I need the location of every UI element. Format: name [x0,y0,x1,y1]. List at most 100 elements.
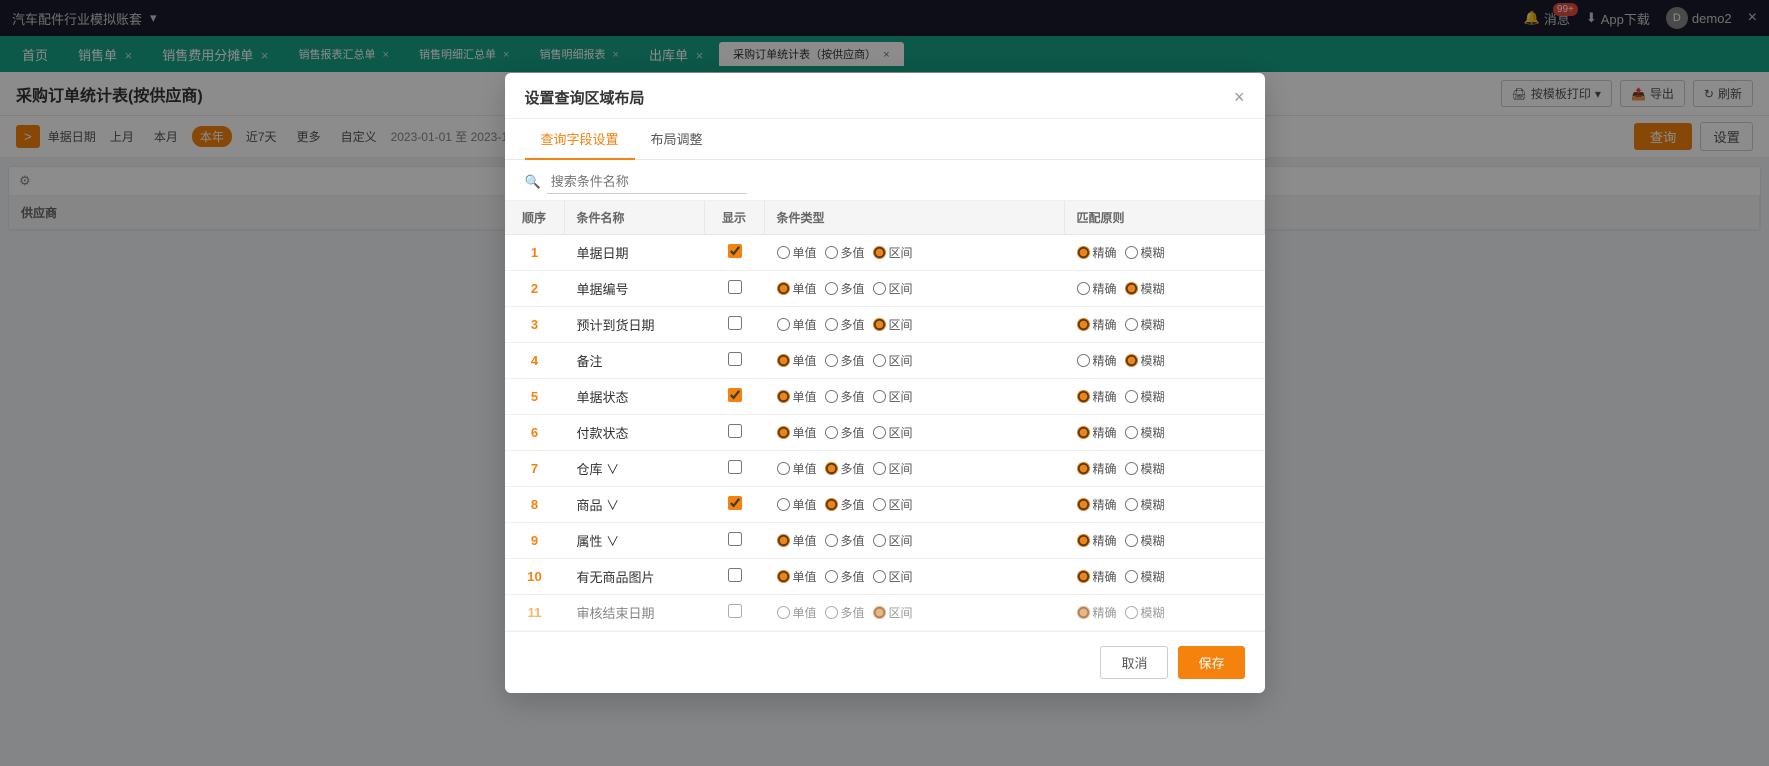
type-radio-multi[interactable]: 多值 [825,460,865,477]
type-radio-range[interactable]: 区间 [873,568,913,585]
match-radio-exact[interactable]: 精确 [1077,568,1117,585]
match-radio-fuzzy[interactable]: 模糊 [1125,532,1165,549]
cell-order: 3 [505,311,565,338]
table-row: 2 单据编号 单值 多值 区间 精确 模糊 [505,271,1265,307]
type-radio-range[interactable]: 区间 [873,352,913,369]
match-radio-exact[interactable]: 精确 [1077,352,1117,369]
cell-order: 8 [505,491,565,518]
type-radio-multi[interactable]: 多值 [825,604,865,621]
match-radio-fuzzy[interactable]: 模糊 [1125,604,1165,621]
display-checkbox[interactable] [728,352,742,366]
type-radio-single[interactable]: 单值 [777,460,817,477]
type-radio-multi[interactable]: 多值 [825,388,865,405]
match-radio-exact[interactable]: 精确 [1077,496,1117,513]
type-radio-single[interactable]: 单值 [777,316,817,333]
type-radio-range[interactable]: 区间 [873,280,913,297]
type-radio-range[interactable]: 区间 [873,460,913,477]
match-radio-fuzzy[interactable]: 模糊 [1125,460,1165,477]
match-radio-fuzzy[interactable]: 模糊 [1125,316,1165,333]
match-radio-exact[interactable]: 精确 [1077,244,1117,261]
cell-name: 仓库 ∨ [565,453,705,484]
search-icon: 🔍 [525,174,541,190]
type-radio-single[interactable]: 单值 [777,568,817,585]
modal-overlay: 设置查询区域布局 × 查询字段设置 布局调整 🔍 顺序 条件名称 显示 条件类型… [0,0,1769,766]
match-radio-exact[interactable]: 精确 [1077,604,1117,621]
type-radio-multi[interactable]: 多值 [825,532,865,549]
cell-name: 审核结束日期 [565,597,705,628]
type-radio-multi[interactable]: 多值 [825,496,865,513]
match-radio-exact[interactable]: 精确 [1077,460,1117,477]
display-checkbox[interactable] [728,460,742,474]
type-radio-multi[interactable]: 多值 [825,244,865,261]
modal-tabs: 查询字段设置 布局调整 [505,119,1265,160]
search-input[interactable] [547,170,747,194]
display-checkbox[interactable] [728,532,742,546]
col-display: 显示 [705,201,765,234]
table-row: 6 付款状态 单值 多值 区间 精确 模糊 [505,415,1265,451]
table-row: 11 审核结束日期 单值 多值 区间 精确 模糊 [505,595,1265,631]
type-radio-range[interactable]: 区间 [873,244,913,261]
type-radio-multi[interactable]: 多值 [825,352,865,369]
match-radio-exact[interactable]: 精确 [1077,280,1117,297]
modal-footer: 取消 保存 [505,631,1265,693]
match-radio-exact[interactable]: 精确 [1077,316,1117,333]
modal-tab-query[interactable]: 查询字段设置 [525,119,635,160]
match-radio-fuzzy[interactable]: 模糊 [1125,388,1165,405]
cell-order: 5 [505,383,565,410]
cell-match: 精确 模糊 [1065,598,1265,627]
col-name: 条件名称 [565,201,705,234]
type-radio-single[interactable]: 单值 [777,280,817,297]
modal-close-btn[interactable]: × [1234,87,1245,108]
cancel-btn[interactable]: 取消 [1100,646,1168,679]
type-radio-single[interactable]: 单值 [777,388,817,405]
type-radio-multi[interactable]: 多值 [825,280,865,297]
display-checkbox[interactable] [728,568,742,582]
type-radio-range[interactable]: 区间 [873,532,913,549]
display-checkbox[interactable] [728,424,742,438]
display-checkbox[interactable] [728,244,742,258]
match-radio-fuzzy[interactable]: 模糊 [1125,280,1165,297]
match-radio-exact[interactable]: 精确 [1077,532,1117,549]
col-order: 顺序 [505,201,565,234]
type-radio-multi[interactable]: 多值 [825,316,865,333]
display-checkbox[interactable] [728,280,742,294]
type-radio-range[interactable]: 区间 [873,388,913,405]
table-row: 8 商品 ∨ 单值 多值 区间 精确 模糊 [505,487,1265,523]
type-radio-multi[interactable]: 多值 [825,568,865,585]
display-checkbox[interactable] [728,604,742,618]
modal-tab-layout[interactable]: 布局调整 [635,119,719,160]
match-radio-fuzzy[interactable]: 模糊 [1125,424,1165,441]
type-radio-single[interactable]: 单值 [777,352,817,369]
cell-name: 付款状态 [565,417,705,448]
cell-type: 单值 多值 区间 [765,274,1065,303]
match-radio-fuzzy[interactable]: 模糊 [1125,568,1165,585]
cell-display [705,310,765,339]
cell-order: 4 [505,347,565,374]
match-radio-fuzzy[interactable]: 模糊 [1125,244,1165,261]
cell-display [705,598,765,627]
type-radio-range[interactable]: 区间 [873,424,913,441]
match-radio-fuzzy[interactable]: 模糊 [1125,352,1165,369]
type-radio-range[interactable]: 区间 [873,496,913,513]
cell-name: 预计到货日期 [565,309,705,340]
cell-display [705,454,765,483]
type-radio-multi[interactable]: 多值 [825,424,865,441]
match-radio-fuzzy[interactable]: 模糊 [1125,496,1165,513]
type-radio-range[interactable]: 区间 [873,316,913,333]
type-radio-single[interactable]: 单值 [777,244,817,261]
type-radio-single[interactable]: 单值 [777,424,817,441]
type-radio-single[interactable]: 单值 [777,604,817,621]
display-checkbox[interactable] [728,316,742,330]
cell-display [705,274,765,303]
save-btn[interactable]: 保存 [1178,646,1244,679]
type-radio-single[interactable]: 单值 [777,496,817,513]
display-checkbox[interactable] [728,496,742,510]
match-radio-exact[interactable]: 精确 [1077,388,1117,405]
match-radio-exact[interactable]: 精确 [1077,424,1117,441]
display-checkbox[interactable] [728,388,742,402]
type-radio-range[interactable]: 区间 [873,604,913,621]
type-radio-single[interactable]: 单值 [777,532,817,549]
cell-order: 7 [505,455,565,482]
cell-match: 精确 模糊 [1065,454,1265,483]
col-match: 匹配原则 [1065,201,1265,234]
